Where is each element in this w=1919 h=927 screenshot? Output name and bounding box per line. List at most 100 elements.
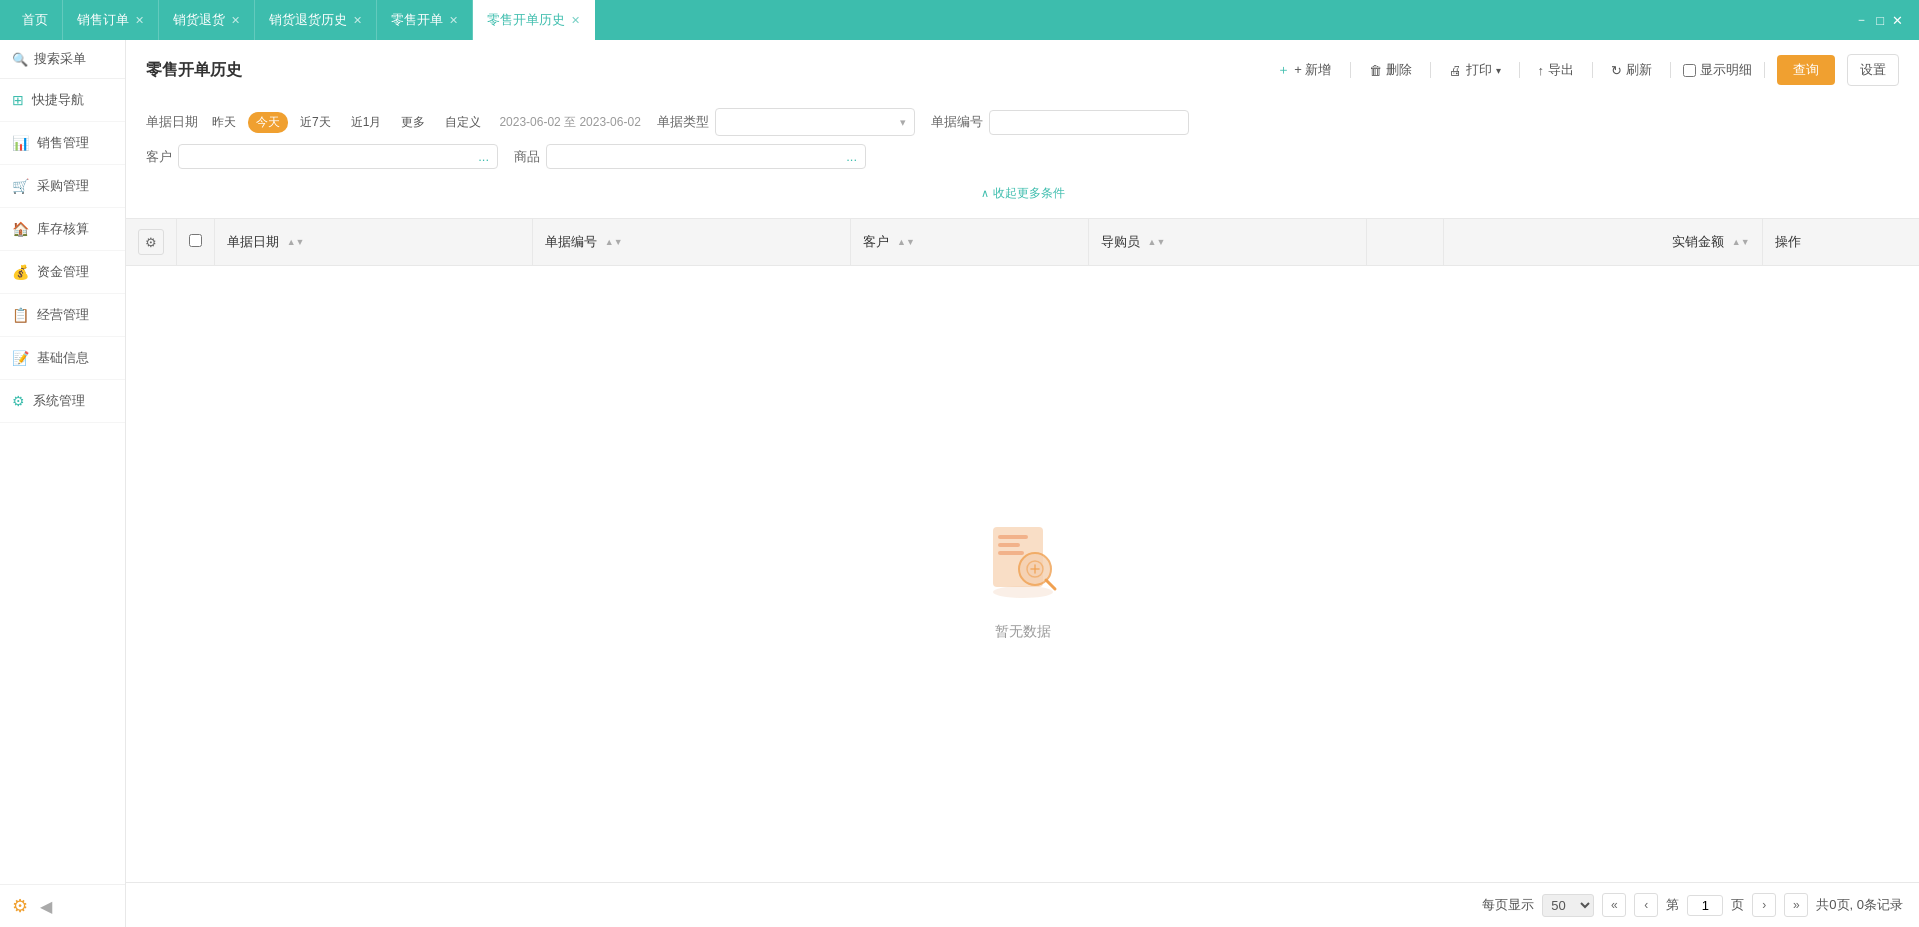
- finance-icon: 💰: [12, 264, 29, 280]
- goods-ellipsis-btn[interactable]: ...: [846, 149, 857, 164]
- page-label: 第: [1666, 896, 1679, 914]
- print-dropdown-icon: ▾: [1496, 65, 1501, 76]
- gear-icon[interactable]: ⚙: [12, 895, 28, 917]
- th-settings: ⚙: [126, 219, 177, 266]
- filter-area: 单据日期 昨天 今天 近7天 近1月 更多 自定义 2023-06-02 至 2…: [146, 98, 1899, 218]
- sidebar-item-basic-info[interactable]: 📝 基础信息: [0, 337, 125, 380]
- sort-date-icon[interactable]: ▲▼: [287, 238, 305, 247]
- select-all-checkbox[interactable]: [189, 234, 202, 247]
- display-detail-checkbox[interactable]: [1683, 64, 1696, 77]
- sidebar-item-purchase-mgmt[interactable]: 🛒 采购管理: [0, 165, 125, 208]
- last-page-btn[interactable]: »: [1784, 893, 1808, 917]
- divider-1: [1350, 62, 1351, 78]
- customer-label: 客户: [146, 148, 172, 166]
- tab-sales-return-history[interactable]: 销货退货历史 ✕: [255, 0, 377, 40]
- sort-amount-icon[interactable]: ▲▼: [1732, 238, 1750, 247]
- close-sales-order[interactable]: ✕: [135, 14, 144, 27]
- doc-type-label: 单据类型: [657, 113, 709, 131]
- close-retail-history[interactable]: ✕: [571, 14, 580, 27]
- date-filter-buttons: 昨天 今天 近7天 近1月 更多 自定义: [204, 112, 489, 133]
- content-area: 零售开单历史 ＋ + 新增 🗑 删除 🖨 打印 ▾: [126, 40, 1919, 927]
- date-filter-group: 单据日期 昨天 今天 近7天 近1月 更多 自定义 2023-06-02 至 2…: [146, 112, 641, 133]
- page-label-end: 页: [1731, 896, 1744, 914]
- date-btn-today[interactable]: 今天: [248, 112, 288, 133]
- next-page-btn[interactable]: ›: [1752, 893, 1776, 917]
- header-actions: ＋ + 新增 🗑 删除 🖨 打印 ▾: [1271, 54, 1899, 86]
- query-button[interactable]: 查询: [1777, 55, 1835, 85]
- quick-nav-icon: ⊞: [12, 92, 24, 108]
- refresh-icon: ↻: [1611, 63, 1622, 78]
- th-action: 操作: [1762, 219, 1919, 266]
- basic-info-icon: 📝: [12, 350, 29, 366]
- delete-button[interactable]: 🗑 删除: [1363, 57, 1418, 83]
- top-nav: 首页 销售订单 ✕ 销货退货 ✕ 销货退货历史 ✕ 零售开单 ✕ 零售开单历史 …: [0, 0, 1919, 40]
- tab-retail-history[interactable]: 零售开单历史 ✕: [473, 0, 595, 40]
- date-btn-more[interactable]: 更多: [393, 112, 433, 133]
- export-button[interactable]: ↑ 导出: [1532, 57, 1581, 83]
- maximize-btn[interactable]: □: [1876, 13, 1884, 28]
- delete-icon: 🗑: [1369, 63, 1382, 78]
- page-number-input[interactable]: [1687, 895, 1723, 916]
- sidebar-item-inventory[interactable]: 🏠 库存核算: [0, 208, 125, 251]
- print-button[interactable]: 🖨 打印 ▾: [1443, 57, 1507, 83]
- close-sales-return[interactable]: ✕: [231, 14, 240, 27]
- page-header: 零售开单历史 ＋ + 新增 🗑 删除 🖨 打印 ▾: [126, 40, 1919, 219]
- customer-input[interactable]: ...: [178, 144, 498, 169]
- window-close-btn[interactable]: ✕: [1892, 13, 1903, 28]
- date-btn-7days[interactable]: 近7天: [292, 112, 339, 133]
- sort-number-icon[interactable]: ▲▼: [605, 238, 623, 247]
- table-settings-icon[interactable]: ⚙: [138, 229, 164, 255]
- sidebar-bottom: ⚙ ◀: [0, 884, 125, 927]
- date-btn-custom[interactable]: 自定义: [437, 112, 489, 133]
- tab-retail-open[interactable]: 零售开单 ✕: [377, 0, 473, 40]
- sidebar-item-quick-nav[interactable]: ⊞ 快捷导航: [0, 79, 125, 122]
- tab-home[interactable]: 首页: [8, 0, 63, 40]
- sidebar-item-sales-mgmt[interactable]: 📊 销售管理: [0, 122, 125, 165]
- add-button[interactable]: ＋ + 新增: [1271, 57, 1337, 83]
- data-table: ⚙ 单据日期 ▲▼ 单据编号 ▲▼: [126, 219, 1919, 266]
- goods-label: 商品: [514, 148, 540, 166]
- refresh-button[interactable]: ↻ 刷新: [1605, 57, 1658, 83]
- divider-2: [1430, 62, 1431, 78]
- doc-number-input[interactable]: [989, 110, 1189, 135]
- main-layout: 🔍 搜索采单 ⊞ 快捷导航 📊 销售管理 🛒 采购管理 🏠 库存核算 💰 资金管…: [0, 40, 1919, 927]
- settings-button[interactable]: 设置: [1847, 54, 1899, 86]
- customer-ellipsis-btn[interactable]: ...: [478, 149, 489, 164]
- first-page-btn[interactable]: «: [1602, 893, 1626, 917]
- date-btn-yesterday[interactable]: 昨天: [204, 112, 244, 133]
- th-date: 单据日期 ▲▼: [215, 219, 533, 266]
- collapse-sidebar-icon[interactable]: ◀: [40, 897, 52, 916]
- th-spacer: [1366, 219, 1444, 266]
- svg-rect-3: [998, 543, 1020, 547]
- inventory-icon: 🏠: [12, 221, 29, 237]
- display-detail-toggle[interactable]: 显示明细: [1683, 61, 1752, 79]
- date-btn-1month[interactable]: 近1月: [343, 112, 390, 133]
- tab-sales-return[interactable]: 销货退货 ✕: [159, 0, 255, 40]
- tab-sales-order[interactable]: 销售订单 ✕: [63, 0, 159, 40]
- doc-type-select[interactable]: ▾: [715, 108, 915, 136]
- page-header-top: 零售开单历史 ＋ + 新增 🗑 删除 🖨 打印 ▾: [146, 54, 1899, 86]
- prev-page-btn[interactable]: ‹: [1634, 893, 1658, 917]
- sort-customer-icon[interactable]: ▲▼: [897, 238, 915, 247]
- sort-salesperson-icon[interactable]: ▲▼: [1148, 238, 1166, 247]
- sidebar-item-system[interactable]: ⚙ 系统管理: [0, 380, 125, 423]
- close-sales-return-history[interactable]: ✕: [353, 14, 362, 27]
- sidebar-item-operations[interactable]: 📋 经营管理: [0, 294, 125, 337]
- close-retail-open[interactable]: ✕: [449, 14, 458, 27]
- goods-filter-group: 商品 ...: [514, 144, 866, 169]
- search-icon: 🔍: [12, 52, 28, 67]
- pagination: 每页显示 50 10 20 100 « ‹ 第 页 › » 共0页, 0条记录: [126, 882, 1919, 927]
- doc-number-filter-group: 单据编号: [931, 110, 1189, 135]
- purchase-icon: 🛒: [12, 178, 29, 194]
- svg-rect-4: [998, 551, 1024, 555]
- per-page-select[interactable]: 50 10 20 100: [1542, 894, 1594, 917]
- minimize-btn[interactable]: －: [1855, 11, 1868, 29]
- total-info: 共0页, 0条记录: [1816, 896, 1903, 914]
- goods-input[interactable]: ...: [546, 144, 866, 169]
- divider-5: [1670, 62, 1671, 78]
- table-header-row: ⚙ 单据日期 ▲▼ 单据编号 ▲▼: [126, 219, 1919, 266]
- sidebar: 🔍 搜索采单 ⊞ 快捷导航 📊 销售管理 🛒 采购管理 🏠 库存核算 💰 资金管…: [0, 40, 126, 927]
- sidebar-item-finance[interactable]: 💰 资金管理: [0, 251, 125, 294]
- sidebar-search[interactable]: 🔍 搜索采单: [0, 40, 125, 79]
- collapse-filter-btn[interactable]: ∧ 收起更多条件: [981, 181, 1065, 206]
